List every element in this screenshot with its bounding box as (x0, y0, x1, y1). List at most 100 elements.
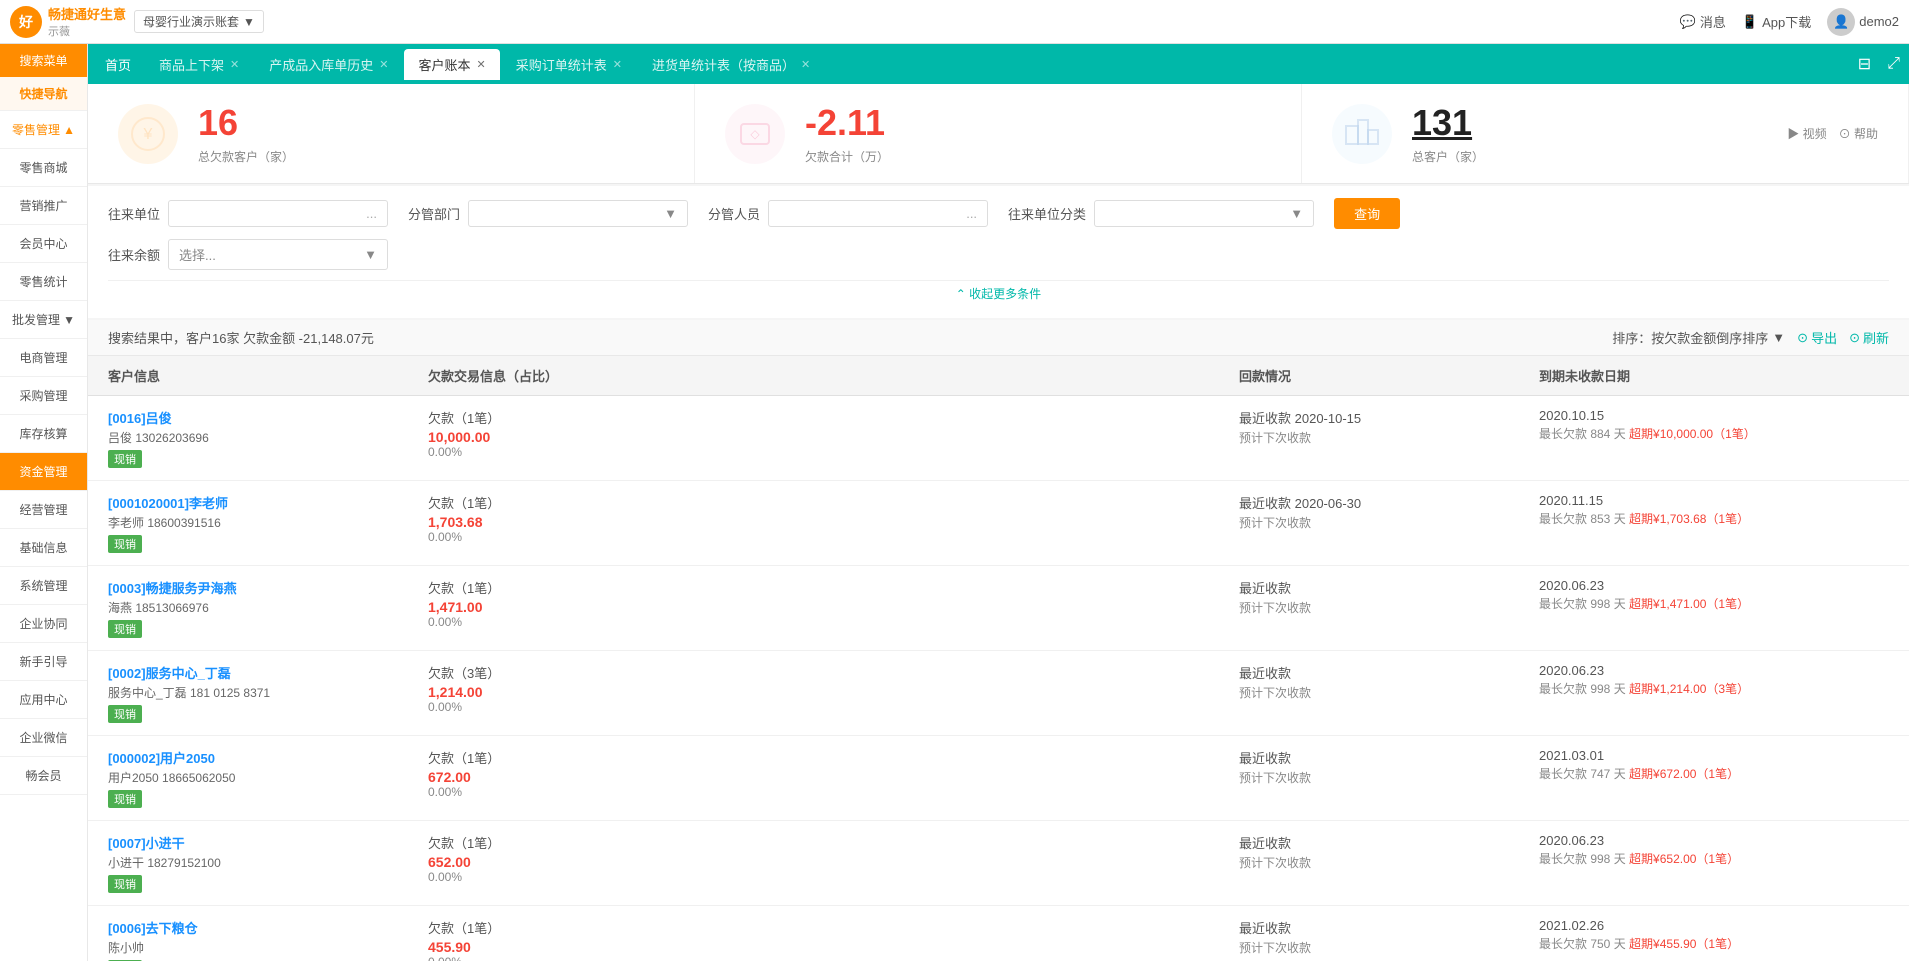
filter-row-1: 往来单位 ... 分管部门 ▼ (108, 198, 1889, 229)
customer-name-link[interactable]: [000002]用户2050 (108, 748, 428, 767)
col-header-debt: 欠款交易信息（占比） (428, 366, 1239, 385)
stat-icon-debt: ◇ (725, 104, 785, 164)
filter-select-balance[interactable]: 选择... ▼ (168, 239, 388, 270)
sidebar-item-operations[interactable]: 经营管理 (0, 491, 87, 529)
overdue-amount-link[interactable]: 超期¥672.00（1笔） (1629, 767, 1739, 781)
help-btn[interactable]: ⊙ 帮助 (1839, 125, 1878, 142)
customer-name-link[interactable]: [0016]吕俊 (108, 408, 428, 427)
industry-selector[interactable]: 母婴行业演示账套 ▼ (134, 10, 264, 33)
sidebar-item-retail-mall[interactable]: 零售商城 (0, 149, 87, 187)
sidebar-item-basic-info[interactable]: 基础信息 (0, 529, 87, 567)
filter-row-2: 往来余额 选择... ▼ (108, 239, 1889, 270)
collapse-btn[interactable]: ⌃ 收起更多条件 (108, 280, 1889, 306)
table-row: [0007]小进干 小进干 18279152100 现销 欠款（1笔） 652.… (88, 821, 1909, 906)
filter-item-dept: 分管部门 ▼ (408, 200, 688, 227)
window-restore-icon[interactable]: ⊟ (1854, 50, 1875, 78)
tab-home[interactable]: 首页 (93, 49, 143, 80)
customer-name-link[interactable]: [0003]畅捷服务尹海燕 (108, 578, 428, 597)
overdue-amount-link[interactable]: 超期¥1,703.68（1笔） (1629, 512, 1749, 526)
tab-bar: 首页 商品上下架 ✕ 产成品入库单历史 ✕ 客户账本 ✕ 采购订单统计表 ✕ (88, 44, 1909, 84)
refresh-label: 刷新 (1863, 328, 1889, 347)
recent-label: 最近收款 (1239, 666, 1291, 681)
debt-info-cell: 欠款（1笔） 10,000.00 0.00% (428, 408, 1239, 459)
recent-label: 最近收款 (1239, 411, 1291, 426)
export-btn[interactable]: ⊙ 导出 (1797, 328, 1837, 347)
debt-count: 欠款（1笔） (428, 918, 1239, 937)
table-row: [0002]服务中心_丁磊 服务中心_丁磊 181 0125 8371 现销 欠… (88, 651, 1909, 736)
sidebar-item-retail-stats[interactable]: 零售统计 (0, 263, 87, 301)
tab-products[interactable]: 商品上下架 ✕ (145, 49, 253, 80)
customer-name-link[interactable]: [0006]去下粮仓 (108, 918, 428, 937)
filter-area: 往来单位 ... 分管部门 ▼ (88, 186, 1909, 318)
logo-text: 畅捷通好生意 示薇 (48, 4, 126, 39)
tab-purchase-stats[interactable]: 采购订单统计表 ✕ (502, 49, 636, 80)
overdue-amount-link[interactable]: 超期¥1,471.00（1笔） (1629, 597, 1749, 611)
video-icon: ▶ (1787, 127, 1799, 141)
due-date: 2020.06.23 (1539, 833, 1889, 848)
sidebar-item-purchase[interactable]: 采购管理 (0, 377, 87, 415)
sidebar-item-wechat[interactable]: 企业微信 (0, 719, 87, 757)
video-btn[interactable]: ▶ 视频 (1787, 125, 1826, 142)
stats-row: ¥ 16 总欠款客户（家） ◇ -2.11 欠款合计（万） (88, 84, 1909, 184)
customer-name-link[interactable]: [0007]小进干 (108, 833, 428, 852)
stat-info-customers: 16 总欠款客户（家） (198, 102, 294, 165)
overdue-amount-link[interactable]: 超期¥10,000.00（1笔） (1629, 427, 1756, 441)
customer-name-link[interactable]: [0001020001]李老师 (108, 493, 428, 512)
sidebar-item-member[interactable]: 会员中心 (0, 225, 87, 263)
sidebar-item-guide[interactable]: 新手引导 (0, 643, 87, 681)
filter-select-category[interactable]: ▼ (1094, 200, 1314, 227)
sidebar-item-member2[interactable]: 畅会员 (0, 757, 87, 795)
overdue-days: 最长欠款 747 天 超期¥672.00（1笔） (1539, 765, 1889, 782)
sidebar-item-wholesale-mgmt[interactable]: 批发管理 ▼ (0, 301, 87, 339)
customer-name-link[interactable]: [0002]服务中心_丁磊 (108, 663, 428, 682)
tab-close-icon[interactable]: ✕ (379, 58, 388, 71)
tab-close-icon[interactable]: ✕ (801, 58, 810, 71)
tab-customer-account[interactable]: 客户账本 ✕ (404, 49, 499, 80)
export-label: 导出 (1811, 328, 1837, 347)
fullscreen-icon[interactable]: ⤢ (1883, 51, 1904, 77)
sidebar-item-system[interactable]: 系统管理 (0, 567, 87, 605)
sidebar-search[interactable]: 搜索菜单 (0, 44, 87, 77)
industry-name: 母婴行业演示账套 (143, 13, 239, 30)
tab-close-icon[interactable]: ✕ (230, 58, 239, 71)
sidebar-item-ecommerce[interactable]: 电商管理 (0, 339, 87, 377)
return-recent: 最近收款 (1239, 918, 1539, 937)
return-info-cell: 最近收款 2020-10-15 预计下次收款 (1239, 408, 1539, 446)
stat-icon-customers (1332, 104, 1392, 164)
overdue-amount-link[interactable]: 超期¥1,214.00（3笔） (1629, 682, 1749, 696)
sidebar-item-collab[interactable]: 企业协同 (0, 605, 87, 643)
user-profile[interactable]: 👤 demo2 (1827, 8, 1899, 36)
sort-select[interactable]: 排序：按欠款金额倒序排序 ▼ (1612, 328, 1785, 347)
return-info-cell: 最近收款 预计下次收款 (1239, 578, 1539, 616)
tab-production[interactable]: 产成品入库单历史 ✕ (255, 49, 402, 80)
sidebar-item-finance[interactable]: 资金管理 (0, 453, 87, 491)
stat-icon-money: ¥ (118, 104, 178, 164)
overdue-cell: 2020.06.23 最长欠款 998 天 超期¥1,471.00（1笔） (1539, 578, 1889, 612)
return-next: 预计下次收款 (1239, 514, 1539, 531)
search-btn[interactable]: 查询 (1334, 198, 1400, 229)
tab-close-icon[interactable]: ✕ (613, 58, 622, 71)
customer-contact: 李老师 18600391516 (108, 514, 428, 531)
return-next: 预计下次收款 (1239, 684, 1539, 701)
message-btn[interactable]: 💬 消息 (1680, 12, 1726, 31)
table-row: [0006]去下粮仓 陈小帅 现销 欠款（1笔） 455.90 0.00% 最近… (88, 906, 1909, 961)
tab-inbound-stats[interactable]: 进货单统计表（按商品） ✕ (638, 49, 824, 80)
filter-input-person[interactable]: ... (768, 200, 988, 227)
filter-label-person: 分管人员 (708, 204, 760, 223)
overdue-amount-link[interactable]: 超期¥455.90（1笔） (1629, 937, 1739, 951)
tab-close-icon[interactable]: ✕ (477, 58, 486, 71)
sidebar-item-app-center[interactable]: 应用中心 (0, 681, 87, 719)
sidebar-item-retail-mgmt[interactable]: 零售管理 ▲ (0, 111, 87, 149)
refresh-btn[interactable]: ⊙ 刷新 (1849, 328, 1889, 347)
filter-select-dept[interactable]: ▼ (468, 200, 688, 227)
sidebar-item-inventory[interactable]: 库存核算 (0, 415, 87, 453)
debt-count: 欠款（1笔） (428, 748, 1239, 767)
debt-amount: 1,214.00 (428, 684, 1239, 700)
quick-nav[interactable]: 快捷导航 (0, 77, 87, 111)
return-recent: 最近收款 2020-10-15 (1239, 408, 1539, 427)
overdue-amount-link[interactable]: 超期¥652.00（1笔） (1629, 852, 1739, 866)
stat-card-total-customers: 131 总客户（家） ▶ 视频 ⊙ 帮助 (1302, 84, 1909, 183)
sidebar-item-marketing[interactable]: 营销推广 (0, 187, 87, 225)
filter-input-unit[interactable]: ... (168, 200, 388, 227)
app-download-btn[interactable]: 📱 App下载 (1742, 12, 1811, 31)
